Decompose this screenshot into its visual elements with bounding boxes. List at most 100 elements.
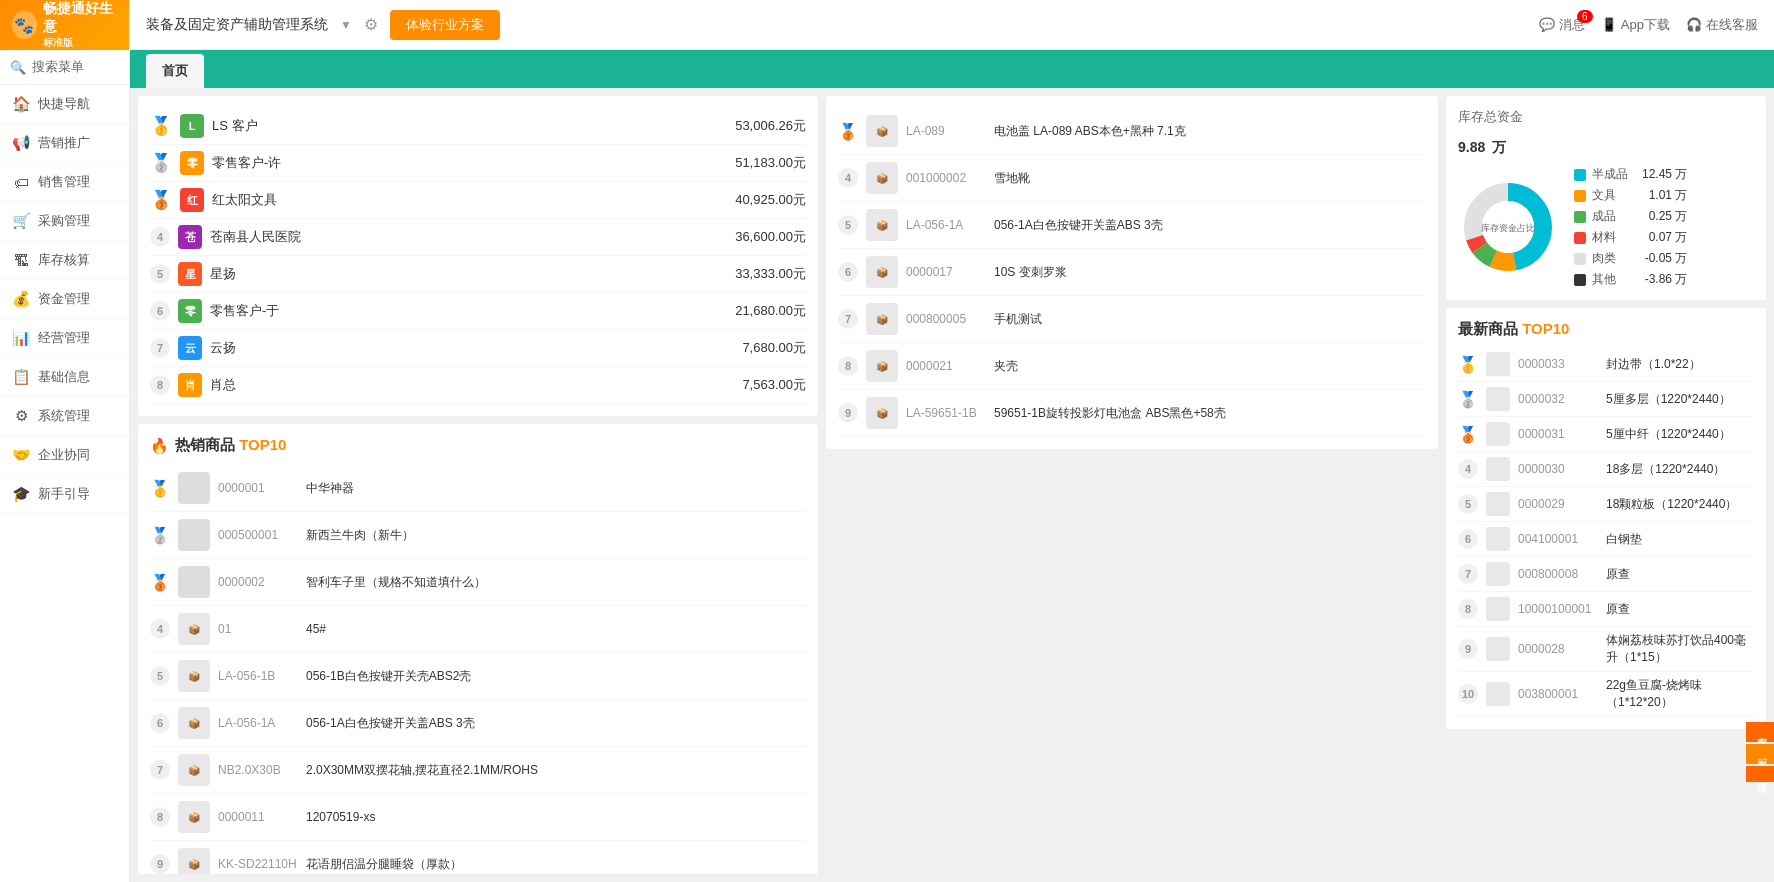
svg-text:库存资金占比: 库存资金占比 xyxy=(1481,223,1535,233)
sales-product-code: LA-59651-1B xyxy=(906,406,986,420)
hot-product-item: 4 📦 01 45# xyxy=(150,606,806,653)
sidebar-item-sales[interactable]: 🏷 销售管理 xyxy=(0,163,129,202)
sales-rank-list: 🥉 📦 LA-089 电池盖 LA-089 ABS本色+黑种 7.1克 4 📦 … xyxy=(838,108,1426,437)
newest-product-code: 0000032 xyxy=(1518,392,1598,406)
product-code: NB2.0X30B xyxy=(218,763,298,777)
sidebar-item-quicknav[interactable]: 🏠 快捷导航 xyxy=(0,85,129,124)
product-thumb: 📦 xyxy=(178,613,210,645)
product-thumb xyxy=(178,519,210,551)
rank-value: 33,333.00元 xyxy=(735,265,806,283)
product-thumb: 📦 xyxy=(866,350,898,382)
trial-button[interactable]: 体验行业方案 xyxy=(390,10,500,40)
newest-product-name: 18颗粒板（1220*2440） xyxy=(1606,496,1754,513)
tab-home[interactable]: 首页 xyxy=(146,54,204,88)
legend-item: 半成品 12.45 万 xyxy=(1574,166,1687,183)
sidebar-item-system[interactable]: ⚙ 系统管理 xyxy=(0,397,129,436)
sidebar-item-collab[interactable]: 🤝 企业协同 xyxy=(0,436,129,475)
rank-number: 7 xyxy=(1458,564,1478,584)
product-name: 新西兰牛肉（新牛） xyxy=(306,527,806,544)
sidebar-item-finance[interactable]: 💰 资金管理 xyxy=(0,280,129,319)
rank-item: 🥇 L LS 客户 53,006.26元 xyxy=(150,108,806,145)
sales-product-name: 电池盖 LA-089 ABS本色+黑种 7.1克 xyxy=(994,123,1426,140)
newest-product-code: 000800008 xyxy=(1518,567,1598,581)
dropdown-icon[interactable]: ▼ xyxy=(340,18,352,32)
guide-icon: 🎓 xyxy=(12,485,30,503)
sidebar-item-marketing[interactable]: 📢 营销推广 xyxy=(0,124,129,163)
hot-products-label: 热销商品 TOP10 xyxy=(175,436,286,455)
float-community[interactable]: 服务社区 xyxy=(1746,744,1774,764)
newest-product-item: 8 10000100001 原查 xyxy=(1458,592,1754,627)
search-label: 搜索菜单 xyxy=(32,58,84,76)
product-thumb: 📦 xyxy=(866,303,898,335)
product-thumb: 📦 xyxy=(866,162,898,194)
product-name: 45# xyxy=(306,622,806,636)
sidebar-item-inventory[interactable]: 🏗 库存核算 xyxy=(0,241,129,280)
sidebar-item-label: 快捷导航 xyxy=(38,95,90,113)
headset-icon: 🎧 xyxy=(1686,17,1702,32)
system-name: 装备及固定资产辅助管理系统 xyxy=(146,16,328,34)
float-service: 客服热线 服务社区 直播 xyxy=(1746,722,1774,782)
marketing-icon: 📢 xyxy=(12,134,30,152)
newest-product-img xyxy=(1486,637,1510,661)
float-customer-service[interactable]: 客服热线 xyxy=(1746,722,1774,742)
sales-product-code: LA-056-1A xyxy=(906,218,986,232)
newest-product-img xyxy=(1486,562,1510,586)
product-thumb: 📦 xyxy=(178,801,210,833)
newest-product-item: 9 0000028 体娴荔枝味苏打饮品400毫升（1*15） xyxy=(1458,627,1754,672)
product-code: LA-056-1B xyxy=(218,669,298,683)
product-thumb: 📦 xyxy=(178,660,210,692)
hot-product-item: 🥈 000500001 新西兰牛肉（新牛） xyxy=(150,512,806,559)
newest-product-name: 封边带（1.0*22） xyxy=(1606,356,1754,373)
legend-label: 半成品 xyxy=(1592,166,1628,183)
newest-product-item: 🥇 0000033 封边带（1.0*22） xyxy=(1458,347,1754,382)
product-thumb: 📦 xyxy=(178,754,210,786)
newest-product-code: 0000031 xyxy=(1518,427,1598,441)
newest-product-code: 0000028 xyxy=(1518,642,1598,656)
settings-gear-icon[interactable]: ⚙ xyxy=(364,15,378,34)
rank-medal-icon: 🥈 xyxy=(1458,390,1478,409)
newest-product-name: 22g鱼豆腐-烧烤味（1*12*20） xyxy=(1606,677,1754,711)
newest-product-item: 6 004100001 白钢垫 xyxy=(1458,522,1754,557)
sidebar-item-label: 系统管理 xyxy=(38,407,90,425)
inventory-icon: 🏗 xyxy=(12,251,30,269)
rank-medal-icon: 🥇 xyxy=(1458,355,1478,374)
product-name: 中华神器 xyxy=(306,480,806,497)
newest-product-img xyxy=(1486,457,1510,481)
hot-product-item: 5 📦 LA-056-1B 056-1B白色按键开关壳ABS2壳 xyxy=(150,653,806,700)
product-code: 000500001 xyxy=(218,528,298,542)
sidebar-search[interactable]: 🔍 搜索菜单 xyxy=(0,50,129,85)
sidebar-item-basics[interactable]: 📋 基础信息 xyxy=(0,358,129,397)
product-code: LA-056-1A xyxy=(218,716,298,730)
product-name: 花语朋侣温分腿睡袋（厚款） xyxy=(306,856,806,873)
app-download-link[interactable]: 📱 App下载 xyxy=(1601,16,1670,34)
online-service-label: 在线客服 xyxy=(1706,16,1758,34)
hot-products-title: 🔥 热销商品 TOP10 xyxy=(150,436,806,455)
content: 🥇 L LS 客户 53,006.26元 🥈 零 零售客户-许 51,183.0… xyxy=(130,88,1774,882)
legend-item: 其他 -3.86 万 xyxy=(1574,271,1687,288)
float-live[interactable]: 直播 xyxy=(1746,766,1774,782)
newest-products-card: 最新商品 TOP10 🥇 0000033 封边带（1.0*22） 🥈 00000… xyxy=(1446,308,1766,729)
legend-label: 肉类 xyxy=(1592,250,1616,267)
fire-icon: 🔥 xyxy=(150,437,169,455)
newest-product-name: 原查 xyxy=(1606,566,1754,583)
newest-product-code: 0000029 xyxy=(1518,497,1598,511)
online-service-link[interactable]: 🎧 在线客服 xyxy=(1686,16,1758,34)
product-thumb xyxy=(178,472,210,504)
newest-product-item: 7 000800008 原查 xyxy=(1458,557,1754,592)
sidebar-item-guide[interactable]: 🎓 新手引导 xyxy=(0,475,129,514)
product-thumb: 📦 xyxy=(866,115,898,147)
hot-products-list: 🥇 0000001 中华神器 🥈 000500001 新西兰牛肉（新牛） 🥉 0… xyxy=(150,465,806,874)
legend-item: 文具 1.01 万 xyxy=(1574,187,1687,204)
sales-rank-item: 🥉 📦 LA-089 电池盖 LA-089 ABS本色+黑种 7.1克 xyxy=(838,108,1426,155)
sales-product-code: 0000021 xyxy=(906,359,986,373)
sidebar-item-label: 企业协同 xyxy=(38,446,90,464)
newest-product-name: 5厘多层（1220*2440） xyxy=(1606,391,1754,408)
message-badge[interactable]: 💬 消息 6 xyxy=(1539,16,1585,34)
main-area: 装备及固定资产辅助管理系统 ▼ ⚙ 体验行业方案 💬 消息 6 📱 App下载 … xyxy=(130,0,1774,882)
sidebar-item-purchase[interactable]: 🛒 采购管理 xyxy=(0,202,129,241)
purchase-icon: 🛒 xyxy=(12,212,30,230)
sidebar-item-operations[interactable]: 📊 经营管理 xyxy=(0,319,129,358)
rank-name: 零售客户-许 xyxy=(212,154,727,172)
rank-item: 🥉 红 红太阳文具 40,925.00元 xyxy=(150,182,806,219)
sales-rank-item: 6 📦 0000017 10S 变刺罗浆 xyxy=(838,249,1426,296)
